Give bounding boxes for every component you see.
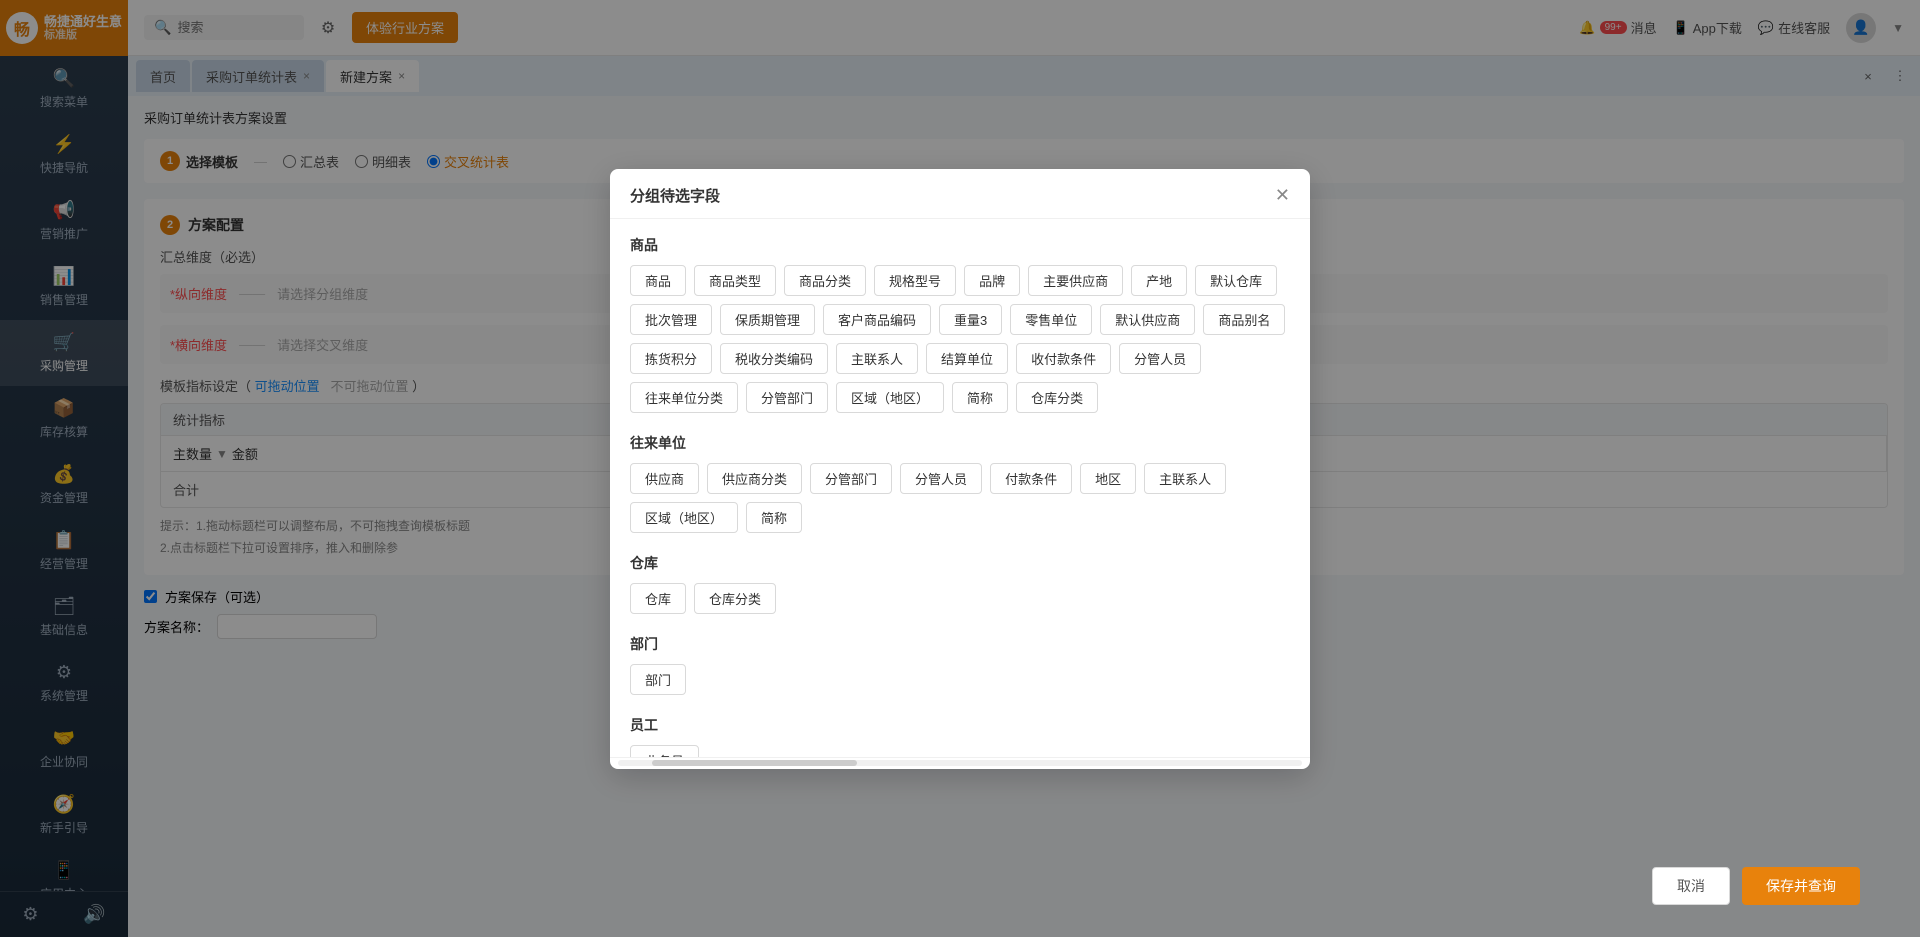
modal-hscroll[interactable] [610, 757, 1310, 768]
section-partner-title: 往来单位 [630, 433, 1290, 453]
section-warehouse-title: 仓库 [630, 553, 1290, 573]
field-chip-product-3[interactable]: 规格型号 [874, 265, 956, 296]
cancel-btn[interactable]: 取消 [1652, 867, 1730, 905]
field-chip-product-10[interactable]: 客户商品编码 [823, 304, 931, 335]
field-chip-product-23[interactable]: 区域（地区） [836, 382, 944, 413]
field-chip-product-8[interactable]: 批次管理 [630, 304, 712, 335]
modal: 分组待选字段 ✕ 商品商品商品类型商品分类规格型号品牌主要供应商产地默认仓库批次… [610, 169, 1310, 769]
modal-overlay: 分组待选字段 ✕ 商品商品商品类型商品分类规格型号品牌主要供应商产地默认仓库批次… [0, 0, 1920, 937]
modal-body: 商品商品商品类型商品分类规格型号品牌主要供应商产地默认仓库批次管理保质期管理客户… [610, 219, 1310, 758]
modal-title: 分组待选字段 [630, 185, 720, 206]
field-chip-product-18[interactable]: 结算单位 [926, 343, 1008, 374]
field-chip-product-16[interactable]: 税收分类编码 [720, 343, 828, 374]
modal-close-btn[interactable]: ✕ [1275, 186, 1290, 204]
field-chip-employee-0[interactable]: 业务员 [630, 745, 699, 758]
field-chip-product-15[interactable]: 拣货积分 [630, 343, 712, 374]
field-chip-warehouse-0[interactable]: 仓库 [630, 583, 686, 614]
field-chip-product-20[interactable]: 分管人员 [1119, 343, 1201, 374]
field-chip-partner-7[interactable]: 区域（地区） [630, 502, 738, 533]
modal-header: 分组待选字段 ✕ [610, 169, 1310, 219]
field-chip-product-4[interactable]: 品牌 [964, 265, 1020, 296]
field-chip-product-24[interactable]: 简称 [952, 382, 1008, 413]
field-chip-product-9[interactable]: 保质期管理 [720, 304, 815, 335]
field-chip-partner-6[interactable]: 主联系人 [1144, 463, 1226, 494]
section-product-title: 商品 [630, 235, 1290, 255]
field-chip-product-14[interactable]: 商品别名 [1203, 304, 1285, 335]
field-chip-product-11[interactable]: 重量3 [939, 304, 1002, 335]
section-dept-title: 部门 [630, 634, 1290, 654]
field-chip-product-25[interactable]: 仓库分类 [1016, 382, 1098, 413]
section-employee-chips: 业务员 [630, 745, 1290, 758]
field-chip-product-22[interactable]: 分管部门 [746, 382, 828, 413]
field-chip-dept-0[interactable]: 部门 [630, 664, 686, 695]
field-chip-partner-8[interactable]: 简称 [746, 502, 802, 533]
field-chip-product-2[interactable]: 商品分类 [784, 265, 866, 296]
field-chip-partner-2[interactable]: 分管部门 [810, 463, 892, 494]
section-warehouse: 仓库仓库仓库分类 [630, 553, 1290, 614]
field-chip-warehouse-1[interactable]: 仓库分类 [694, 583, 776, 614]
field-chip-product-12[interactable]: 零售单位 [1010, 304, 1092, 335]
section-warehouse-chips: 仓库仓库分类 [630, 583, 1290, 614]
section-partner-chips: 供应商供应商分类分管部门分管人员付款条件地区主联系人区域（地区） 简称 [630, 463, 1290, 533]
field-chip-product-0[interactable]: 商品 [630, 265, 686, 296]
field-chip-product-21[interactable]: 往来单位分类 [630, 382, 738, 413]
field-chip-product-7[interactable]: 默认仓库 [1195, 265, 1277, 296]
section-dept-chips: 部门 [630, 664, 1290, 695]
section-product-chips: 商品商品类型商品分类规格型号品牌主要供应商产地默认仓库批次管理保质期管理客户商品… [630, 265, 1290, 413]
field-chip-product-17[interactable]: 主联系人 [836, 343, 918, 374]
section-partner: 往来单位供应商供应商分类分管部门分管人员付款条件地区主联系人区域（地区） 简称 [630, 433, 1290, 533]
field-chip-product-13[interactable]: 默认供应商 [1100, 304, 1195, 335]
field-chip-partner-4[interactable]: 付款条件 [990, 463, 1072, 494]
modal-footer: 取消 保存并查询 [1652, 867, 1860, 905]
field-chip-product-6[interactable]: 产地 [1131, 265, 1187, 296]
section-product: 商品商品商品类型商品分类规格型号品牌主要供应商产地默认仓库批次管理保质期管理客户… [630, 235, 1290, 413]
field-chip-product-19[interactable]: 收付款条件 [1016, 343, 1111, 374]
field-chip-partner-3[interactable]: 分管人员 [900, 463, 982, 494]
field-chip-partner-5[interactable]: 地区 [1080, 463, 1136, 494]
field-chip-product-5[interactable]: 主要供应商 [1028, 265, 1123, 296]
field-chip-partner-0[interactable]: 供应商 [630, 463, 699, 494]
field-chip-partner-1[interactable]: 供应商分类 [707, 463, 802, 494]
field-chip-product-1[interactable]: 商品类型 [694, 265, 776, 296]
section-dept: 部门部门 [630, 634, 1290, 695]
confirm-btn[interactable]: 保存并查询 [1742, 867, 1860, 905]
section-employee: 员工业务员 [630, 715, 1290, 758]
section-employee-title: 员工 [630, 715, 1290, 735]
